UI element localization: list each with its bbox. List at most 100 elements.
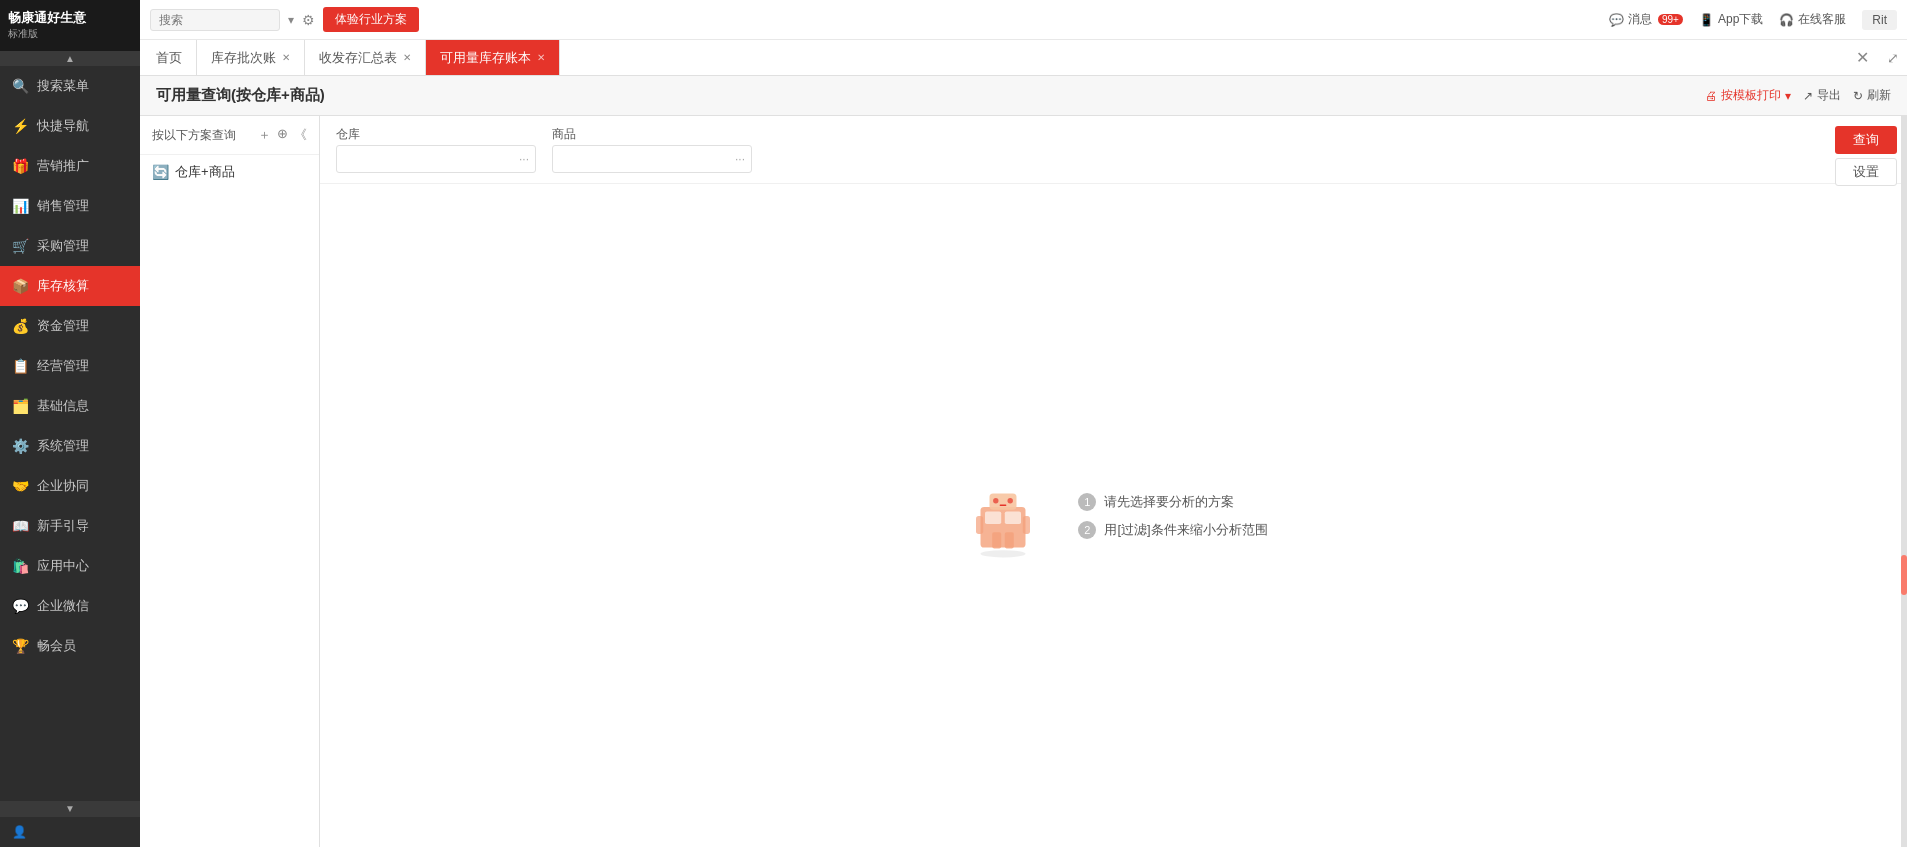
svg-rect-1	[985, 511, 1001, 524]
tabs-expand-btn[interactable]: ⤢	[1879, 50, 1907, 66]
dropdown-icon[interactable]: ▾	[288, 13, 294, 27]
sidebar-item-icon-inventory: 📦	[12, 278, 29, 294]
filter-header-label: 按以下方案查询	[152, 127, 236, 144]
sidebar-item-label-vip: 畅会员	[37, 637, 76, 655]
sidebar-item-label-finance: 资金管理	[37, 317, 89, 335]
sidebar-header: 畅康通好生意 标准版	[0, 0, 140, 51]
svg-point-7	[1008, 498, 1013, 503]
service-icon: 🎧	[1779, 13, 1794, 27]
sidebar-item-search[interactable]: 🔍搜索菜单	[0, 66, 140, 106]
sidebar-item-icon-shortcut: ⚡	[12, 118, 29, 134]
empty-illustration	[958, 471, 1048, 561]
sidebar-item-finance[interactable]: 💰 资金管理	[0, 306, 140, 346]
sidebar-item-newbie[interactable]: 📖新手引导	[0, 506, 140, 546]
sidebar-item-label-enterprise: 企业协同	[37, 477, 89, 495]
sidebar-item-label-search: 搜索菜单	[37, 77, 89, 95]
sidebar-item-appstore[interactable]: 🛍️应用中心	[0, 546, 140, 586]
sidebar-scroll-up[interactable]: ▲	[0, 51, 140, 66]
gear-icon[interactable]: ⚙	[302, 12, 315, 28]
tabs-close-btn[interactable]: ✕	[1846, 48, 1879, 67]
print-icon: 🖨	[1705, 89, 1717, 103]
filter-item-warehouse-goods[interactable]: 🔄 仓库+商品	[140, 155, 319, 189]
refresh-btn[interactable]: ↻ 刷新	[1853, 87, 1891, 104]
topbar-search-input[interactable]	[150, 9, 280, 31]
warehouse-input[interactable]: ···	[336, 145, 536, 173]
sidebar-item-label-sales: 销售管理	[37, 197, 89, 215]
edit-filter-icon[interactable]: ⊕	[277, 126, 288, 144]
export-label: 导出	[1817, 87, 1841, 104]
user-name: Rit	[1872, 13, 1887, 27]
sidebar-item-operations[interactable]: 📋经营管理	[0, 346, 140, 386]
scrollbar[interactable]	[1901, 116, 1907, 847]
sidebar-item-wechat[interactable]: 💬企业微信	[0, 586, 140, 626]
print-dropdown-icon[interactable]: ▾	[1785, 89, 1791, 103]
sidebar-menu: 🔍搜索菜单 ⚡ 快捷导航 🎁营销推广📊销售管理 🛒 采购管理 📦 库存核算 💰 资金管理 📋经营管理…	[0, 66, 140, 801]
tab-summary-label: 收发存汇总表	[319, 49, 397, 67]
sidebar-item-label-newbie: 新手引导	[37, 517, 89, 535]
sidebar-item-sales[interactable]: 📊销售管理	[0, 186, 140, 226]
sidebar-item-inventory[interactable]: 📦 库存核算	[0, 266, 140, 306]
settings-btn[interactable]: 设置	[1835, 158, 1897, 186]
tab-summary[interactable]: 收发存汇总表 ✕	[305, 40, 426, 75]
goods-field: 商品 ···	[552, 126, 752, 173]
tab-summary-close[interactable]: ✕	[403, 52, 411, 63]
goods-input[interactable]: ···	[552, 145, 752, 173]
sidebar-item-purchase[interactable]: 🛒 采购管理	[0, 226, 140, 266]
message-btn[interactable]: 💬 消息 99+	[1609, 11, 1683, 28]
sidebar-item-label-marketing: 营销推广	[37, 157, 89, 175]
online-service-btn[interactable]: 🎧 在线客服	[1779, 11, 1846, 28]
topbar-right: 💬 消息 99+ 📱 App下载 🎧 在线客服 Rit	[1609, 10, 1897, 30]
collapse-filter-icon[interactable]: 《	[294, 126, 307, 144]
topbar: ▾ ⚙ 体验行业方案 💬 消息 99+ 📱 App下载 🎧 在线客服 Rit	[140, 0, 1907, 40]
print-label: 按模板打印	[1721, 87, 1781, 104]
sidebar-item-system[interactable]: ⚙️系统管理	[0, 426, 140, 466]
sidebar-item-basic[interactable]: 🗂️基础信息	[0, 386, 140, 426]
add-filter-icon[interactable]: ＋	[258, 126, 271, 144]
svg-rect-2	[1005, 511, 1021, 524]
sidebar-item-icon-finance: 💰	[12, 318, 29, 334]
sidebar-item-label-inventory: 库存核算	[37, 277, 89, 295]
filter-item-icon: 🔄	[152, 164, 169, 180]
export-icon: ↗	[1803, 89, 1813, 103]
sidebar-item-marketing[interactable]: 🎁营销推广	[0, 146, 140, 186]
svg-point-11	[981, 550, 1026, 557]
online-service-label: 在线客服	[1798, 11, 1846, 28]
sidebar-scroll-down[interactable]: ▼	[0, 801, 140, 816]
sidebar-item-icon-system: ⚙️	[12, 438, 29, 454]
svg-rect-4	[1023, 516, 1030, 534]
trial-btn[interactable]: 体验行业方案	[323, 7, 419, 32]
sidebar-item-label-shortcut: 快捷导航	[37, 117, 89, 135]
brand-sub: 标准版	[8, 27, 132, 41]
brand-name: 畅康通好生意	[8, 10, 132, 27]
svg-point-6	[993, 498, 998, 503]
goods-dots-icon[interactable]: ···	[735, 152, 745, 166]
filter-item-label: 仓库+商品	[175, 163, 235, 181]
sidebar-item-shortcut[interactable]: ⚡ 快捷导航	[0, 106, 140, 146]
content-area: 按以下方案查询 ＋ ⊕ 《 🔄 仓库+商品 仓库 ···	[140, 116, 1907, 847]
sidebar-footer: 👤	[0, 816, 140, 847]
query-btn[interactable]: 查询	[1835, 126, 1897, 154]
hint-text-1: 请先选择要分析的方案	[1104, 493, 1234, 511]
print-btn[interactable]: 🖨 按模板打印 ▾	[1705, 87, 1791, 104]
sidebar-item-icon-vip: 🏆	[12, 638, 29, 654]
sidebar-item-icon-purchase: 🛒	[12, 238, 29, 254]
sidebar-item-label-purchase: 采购管理	[37, 237, 89, 255]
app-download-btn[interactable]: 📱 App下载	[1699, 11, 1763, 28]
tab-batch-close[interactable]: ✕	[282, 52, 290, 63]
tab-available-close[interactable]: ✕	[537, 52, 545, 63]
tab-home[interactable]: 首页	[140, 40, 197, 75]
user-menu[interactable]: Rit	[1862, 10, 1897, 30]
sidebar-item-vip[interactable]: 🏆 畅会员	[0, 626, 140, 666]
sidebar-item-enterprise[interactable]: 🤝企业协同	[0, 466, 140, 506]
page-header: 可用量查询(按仓库+商品) 🖨 按模板打印 ▾ ↗ 导出 ↻ 刷新	[140, 76, 1907, 116]
message-label: 消息	[1628, 11, 1652, 28]
refresh-icon: ↻	[1853, 89, 1863, 103]
empty-hint-2: 2 用[过滤]条件来缩小分析范围	[1078, 521, 1267, 539]
hint-num-2: 2	[1078, 521, 1096, 539]
tab-batch-label: 库存批次账	[211, 49, 276, 67]
tab-available[interactable]: 可用量库存账本 ✕	[426, 40, 560, 75]
export-btn[interactable]: ↗ 导出	[1803, 87, 1841, 104]
warehouse-dots-icon[interactable]: ···	[519, 152, 529, 166]
tab-batch[interactable]: 库存批次账 ✕	[197, 40, 305, 75]
scrollbar-thumb[interactable]	[1901, 555, 1907, 595]
